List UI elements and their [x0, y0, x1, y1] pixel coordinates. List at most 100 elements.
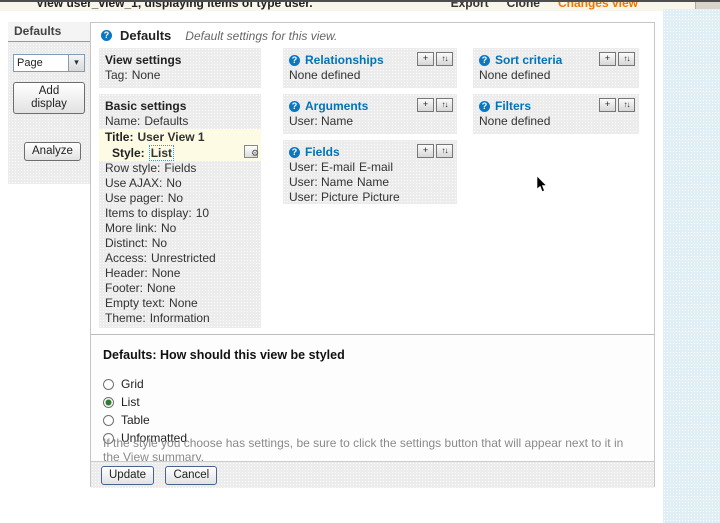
views-edit-panel: ? Defaults Default settings for this vie… — [90, 22, 655, 487]
export-link[interactable]: Export — [451, 0, 489, 10]
sort-criteria-empty: None defined — [479, 68, 550, 82]
chevron-down-icon[interactable]: ▾ — [68, 55, 84, 71]
items-to-display-value-link[interactable]: 10 — [196, 206, 209, 220]
help-icon[interactable]: ? — [289, 147, 300, 158]
empty-text-value-link[interactable]: None — [169, 296, 198, 310]
field-item: User: NameName — [289, 175, 451, 190]
header-value-link[interactable]: None — [152, 266, 181, 280]
list-radio-label[interactable]: List — [121, 395, 140, 409]
field-user-name-link[interactable]: User: Name — [289, 175, 353, 189]
relationships-empty: None defined — [289, 68, 360, 82]
displays-sidebar: Defaults Page ▾ Add display Analyze — [8, 22, 92, 184]
rearrange-icon[interactable]: ↑↓ — [618, 98, 635, 112]
view-settings-title: View settings — [105, 53, 181, 67]
page-title-strip: View user_view_1, displaying items of ty… — [0, 0, 720, 11]
form-title: Defaults: How should this view be styled — [103, 348, 345, 362]
setting-row-name: Name:Defaults — [105, 114, 255, 129]
rearrange-icon[interactable]: ↑↓ — [436, 144, 453, 158]
rearrange-icon[interactable]: ↑↓ — [436, 98, 453, 112]
analyze-button[interactable]: Analyze — [24, 142, 81, 161]
add-icon[interactable]: + — [417, 98, 434, 112]
filters-empty: None defined — [479, 114, 550, 128]
relationships-box: ? Relationships + ↑↓ None defined — [283, 48, 457, 88]
style-option-grid: Grid — [103, 375, 187, 393]
tab-defaults[interactable]: Defaults — [8, 22, 92, 42]
form-help-text: If the style you choose has settings, be… — [103, 436, 643, 464]
style-settings-form: Defaults: How should this view be styled… — [91, 334, 654, 488]
setting-row-row-style: Row style:Fields — [105, 161, 255, 176]
setting-row-footer: Footer:None — [105, 281, 255, 296]
arguments-title: Arguments — [305, 99, 368, 113]
update-button[interactable]: Update — [101, 466, 154, 485]
title-value-link[interactable]: User View 1 — [137, 130, 204, 144]
setting-row-more-link: More link:No — [105, 221, 255, 236]
rearrange-icon[interactable]: ↑↓ — [618, 52, 635, 66]
view-title: View user_view_1, displaying items of ty… — [36, 0, 313, 10]
help-icon[interactable]: ? — [289, 101, 300, 112]
row-style-value-link[interactable]: Fields — [164, 161, 196, 175]
table-radio[interactable] — [103, 415, 114, 426]
sort-criteria-box: ? Sort criteria + ↑↓ None defined — [473, 48, 639, 88]
display-type-select[interactable]: Page ▾ — [13, 54, 85, 72]
setting-row-distinct: Distinct:No — [105, 236, 255, 251]
style-settings-gear-icon[interactable]: ⚙ — [244, 145, 258, 158]
changes-view-link[interactable]: Changes view — [558, 0, 638, 10]
add-icon[interactable]: + — [599, 98, 616, 112]
list-radio[interactable] — [103, 397, 114, 408]
page-background-band — [663, 9, 720, 523]
style-value-link[interactable]: List — [149, 145, 174, 161]
cancel-button[interactable]: Cancel — [165, 466, 217, 485]
arguments-box: ? Arguments + ↑↓ User: Name — [283, 94, 457, 134]
access-value-link[interactable]: Unrestricted — [151, 251, 216, 265]
field-item: User: PicturePicture — [289, 190, 451, 205]
help-icon[interactable]: ? — [479, 55, 490, 66]
setting-row-use-ajax: Use AJAX:No — [105, 176, 255, 191]
table-radio-label[interactable]: Table — [121, 413, 150, 427]
rearrange-icon[interactable]: ↑↓ — [436, 52, 453, 66]
grid-radio-label[interactable]: Grid — [121, 377, 144, 391]
field-item: User: E-mailE-mail — [289, 160, 451, 175]
display-heading: Defaults — [120, 28, 171, 43]
help-icon[interactable]: ? — [101, 30, 112, 41]
display-header: ? Defaults Default settings for this vie… — [101, 28, 337, 43]
setting-row-tag: Tag:None — [105, 68, 255, 83]
more-link-value-link[interactable]: No — [161, 221, 176, 235]
footer-value-link[interactable]: None — [147, 281, 176, 295]
tag-value-link[interactable]: None — [132, 68, 161, 82]
add-display-button[interactable]: Add display — [13, 82, 85, 114]
filters-box: ? Filters + ↑↓ None defined — [473, 94, 639, 134]
style-option-table: Table — [103, 411, 187, 429]
setting-row-style: Style:List — [99, 145, 261, 161]
name-value-link[interactable]: Defaults — [144, 114, 188, 128]
basic-settings-title: Basic settings — [105, 99, 186, 113]
theme-value-link[interactable]: Information — [150, 311, 210, 325]
setting-row-title: Title:User View 1 — [99, 129, 261, 145]
view-action-links: Export Clone Changes view — [451, 0, 638, 10]
fields-box: ? Fields + ↑↓ User: E-mailE-mail User: N… — [283, 140, 457, 204]
grid-radio[interactable] — [103, 379, 114, 390]
field-user-email-link[interactable]: User: E-mail — [289, 160, 355, 174]
setting-row-items-to-display: Items to display:10 — [105, 206, 255, 221]
form-buttons-bar: Update Cancel — [91, 461, 654, 488]
add-icon[interactable]: + — [599, 52, 616, 66]
add-icon[interactable]: + — [417, 144, 434, 158]
field-user-picture-link[interactable]: User: Picture — [289, 190, 358, 204]
distinct-value-link[interactable]: No — [152, 236, 167, 250]
clone-link[interactable]: Clone — [507, 0, 540, 10]
setting-row-theme: Theme:Information — [105, 311, 255, 326]
setting-row-access: Access:Unrestricted — [105, 251, 255, 266]
setting-row-use-pager: Use pager:No — [105, 191, 255, 206]
use-ajax-value-link[interactable]: No — [166, 176, 181, 190]
use-pager-value-link[interactable]: No — [168, 191, 183, 205]
argument-user-name-link[interactable]: User: Name — [289, 114, 353, 128]
display-type-value: Page — [14, 57, 68, 69]
filters-title: Filters — [495, 99, 531, 113]
add-icon[interactable]: + — [417, 52, 434, 66]
view-settings-box: View settings Tag:None — [99, 48, 261, 88]
help-icon[interactable]: ? — [479, 101, 490, 112]
setting-row-header: Header:None — [105, 266, 255, 281]
fields-title: Fields — [305, 145, 340, 159]
sidebar-body: Page ▾ Add display Analyze — [8, 42, 92, 195]
style-option-list: List — [103, 393, 187, 411]
help-icon[interactable]: ? — [289, 55, 300, 66]
